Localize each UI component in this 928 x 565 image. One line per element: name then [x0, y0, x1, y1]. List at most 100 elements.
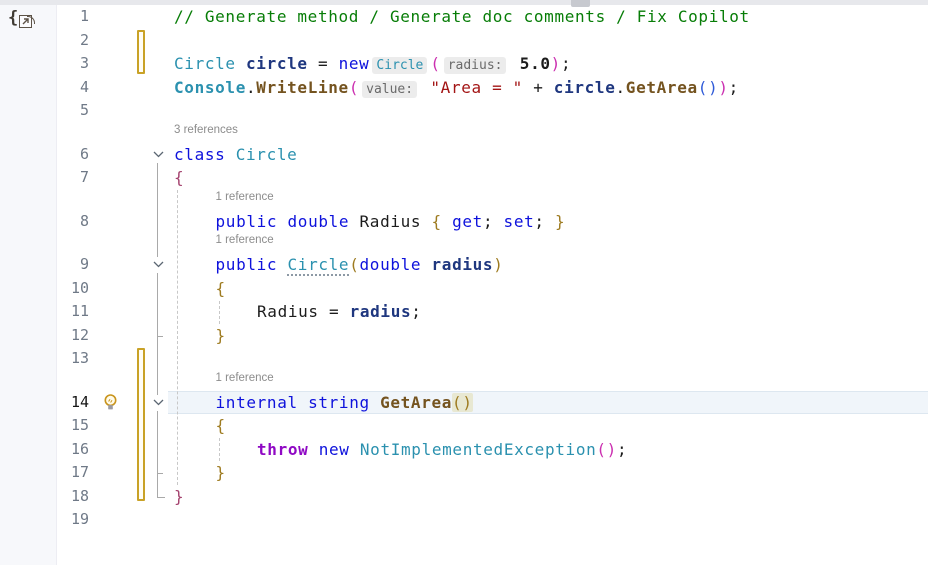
line-number[interactable]: 7 — [0, 166, 90, 190]
outline-margin-cell — [148, 5, 168, 29]
code-token: double — [360, 255, 422, 274]
glyph-margin-cell — [90, 99, 130, 123]
code-token: { — [216, 416, 226, 435]
code-token: // Generate method / Generate doc commen… — [174, 7, 750, 26]
code-token: } — [174, 487, 184, 506]
line-number[interactable]: 3 — [0, 52, 90, 76]
line-number[interactable]: 6 — [0, 143, 90, 167]
code-token: () — [596, 440, 617, 459]
code-line[interactable]: 19 — [0, 508, 928, 532]
fold-chevron-icon[interactable] — [153, 399, 164, 406]
line-number[interactable]: 1 — [0, 5, 90, 29]
code-line[interactable]: 11 Radius = radius; — [0, 300, 928, 324]
code-token: = — [308, 54, 339, 73]
codelens-references[interactable]: 3 references — [168, 122, 928, 143]
code-token: class — [174, 145, 225, 164]
outline-margin-cell — [148, 347, 168, 371]
code-line[interactable]: 1 // Generate method / Generate doc comme… — [0, 5, 928, 29]
line-number[interactable]: 9 — [0, 253, 90, 277]
line-number[interactable]: 12 — [0, 324, 90, 348]
line-number[interactable]: 5 — [0, 99, 90, 123]
code-token: circle — [246, 54, 308, 73]
track-margin-cell — [130, 99, 148, 123]
code-line[interactable]: 12} — [0, 324, 928, 348]
code-token: set — [504, 212, 535, 231]
quick-actions-lightbulb-icon[interactable] — [102, 393, 119, 411]
code-token: string — [308, 393, 370, 412]
line-number[interactable]: 15 — [0, 414, 90, 438]
code-token: () — [452, 393, 473, 412]
outline-margin-cell — [148, 233, 168, 253]
line-number[interactable]: 16 — [0, 438, 90, 462]
code-token: ; — [729, 78, 739, 97]
track-margin-cell — [130, 210, 148, 234]
codelens-references[interactable]: 1 reference — [168, 370, 928, 391]
fold-chevron-icon[interactable] — [153, 261, 164, 268]
code-content: Console.WriteLine(value: "Area = " + cir… — [168, 76, 928, 100]
line-number[interactable]: 19 — [0, 508, 90, 532]
glyph-margin-cell — [90, 29, 130, 53]
outline-margin-cell — [148, 371, 168, 391]
code-content: class Circle — [168, 143, 928, 167]
code-line[interactable]: 7{ — [0, 166, 928, 190]
fold-region-tick — [157, 336, 163, 337]
outline-guide — [157, 411, 158, 497]
outline-margin-cell — [148, 391, 168, 415]
glyph-margin-cell — [90, 233, 130, 253]
code-token — [349, 212, 359, 231]
code-content: Radius = radius; — [168, 300, 928, 324]
line-number[interactable]: 14 — [0, 391, 90, 415]
code-token: double — [288, 212, 350, 231]
code-editor[interactable]: { 1 // Generate method / Generate doc com… — [0, 0, 928, 565]
line-number[interactable]: 8 — [0, 210, 90, 234]
code-token: ; — [534, 212, 555, 231]
code-content — [168, 99, 928, 123]
codelens-row: 1 reference — [0, 233, 928, 253]
codelens-row: 1 reference — [0, 190, 928, 210]
code-token: { — [174, 168, 184, 187]
code-token: ( — [430, 54, 440, 73]
code-token — [298, 393, 308, 412]
code-token: } — [555, 212, 565, 231]
code-token: Console — [174, 78, 246, 97]
line-number[interactable]: 18 — [0, 485, 90, 509]
outline-margin-cell — [148, 190, 168, 210]
fold-chevron-icon[interactable] — [153, 151, 164, 158]
code-token — [350, 440, 360, 459]
code-token: + — [523, 78, 554, 97]
code-line[interactable]: 5 — [0, 99, 928, 123]
codelens-references[interactable]: 1 reference — [168, 189, 928, 210]
line-number[interactable]: 4 — [0, 76, 90, 100]
glyph-margin-cell — [90, 253, 130, 277]
code-token: GetArea — [380, 393, 452, 412]
code-line[interactable]: 9public Circle(double radius) — [0, 253, 928, 277]
code-line[interactable]: 10 { — [0, 277, 928, 301]
outline-margin-cell — [148, 99, 168, 123]
line-number[interactable]: 13 — [0, 347, 90, 371]
code-token: public — [216, 255, 278, 274]
code-token: . — [616, 78, 626, 97]
line-number[interactable]: 11 — [0, 300, 90, 324]
code-line[interactable]: 4 Console.WriteLine(value: "Area = " + ci… — [0, 76, 928, 100]
track-margin-cell — [130, 166, 148, 190]
code-token — [421, 255, 431, 274]
code-token: } — [216, 463, 226, 482]
code-line[interactable]: 6 class Circle — [0, 143, 928, 167]
code-content: { — [168, 277, 928, 301]
code-content: throw new NotImplementedException(); — [168, 438, 928, 462]
code-token: ( — [349, 78, 359, 97]
code-token: = — [319, 302, 350, 321]
code-line[interactable]: 8public double Radius { get; set; } — [0, 210, 928, 234]
track-changes-bar — [137, 30, 145, 74]
code-token — [421, 212, 431, 231]
code-token: Circle — [288, 255, 350, 274]
glyph-margin-cell — [90, 166, 130, 190]
codelens-references[interactable]: 1 reference — [168, 232, 928, 253]
line-number[interactable]: 10 — [0, 277, 90, 301]
code-content: internal string GetArea() — [168, 391, 928, 415]
code-token: ) — [551, 54, 561, 73]
outline-margin-cell — [148, 253, 168, 277]
line-number[interactable]: 2 — [0, 29, 90, 53]
code-token: () — [698, 78, 719, 97]
line-number[interactable]: 17 — [0, 461, 90, 485]
